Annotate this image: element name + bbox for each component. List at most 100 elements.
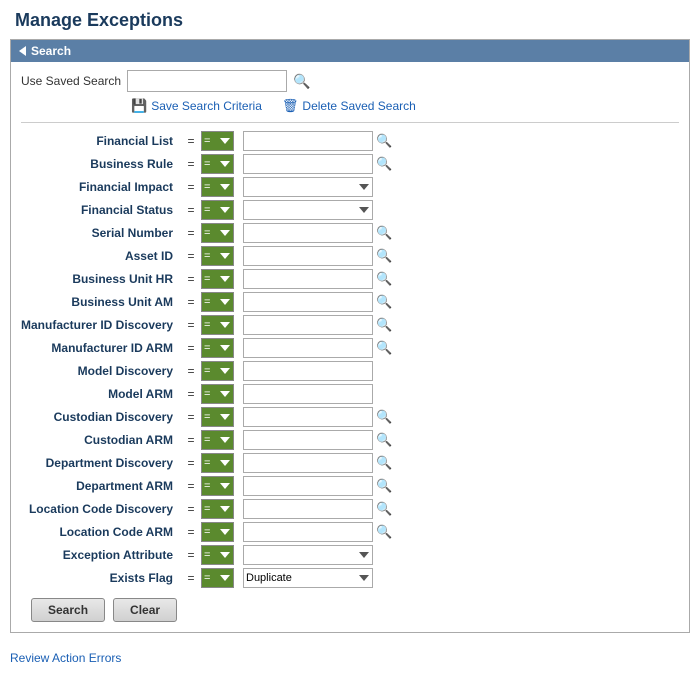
delete-saved-search-link[interactable]: 🗑 Delete Saved Search — [282, 98, 416, 114]
operator-select[interactable]: =!=<><=>= — [201, 131, 234, 151]
field-value-dropdown[interactable] — [243, 200, 373, 220]
field-label-department-arm: Department ARM — [21, 479, 181, 493]
field-value-input[interactable] — [243, 131, 373, 151]
field-search-icon[interactable]: 🔍 — [376, 524, 392, 540]
field-row: Location Code Discovery==!=<><=>=🔍 — [21, 499, 679, 519]
operator-select[interactable]: =!=<><=>= — [201, 338, 234, 358]
operator-select[interactable]: =!=<><=>= — [201, 407, 234, 427]
field-value-dropdown[interactable]: Duplicate — [243, 568, 373, 588]
review-action-errors-link[interactable]: Review Action Errors — [0, 643, 700, 673]
equals-sign: = — [181, 180, 201, 194]
operator-select[interactable]: =!=<><=>= — [201, 384, 234, 404]
operator-select[interactable]: =!=<><=>= — [201, 315, 234, 335]
operator-select[interactable]: =!=<><=>= — [201, 499, 234, 519]
field-value-input[interactable] — [243, 499, 373, 519]
saved-search-input[interactable] — [127, 70, 287, 92]
field-value-input[interactable] — [243, 430, 373, 450]
equals-sign: = — [181, 433, 201, 447]
field-value-dropdown[interactable] — [243, 177, 373, 197]
save-search-criteria-label: Save Search Criteria — [151, 99, 262, 113]
field-value-input[interactable] — [243, 476, 373, 496]
operator-select[interactable]: =!=<><=>= — [201, 430, 234, 450]
equals-sign: = — [181, 318, 201, 332]
field-search-icon[interactable]: 🔍 — [376, 294, 392, 310]
saved-search-magnifier-icon[interactable]: 🔍 — [293, 73, 310, 90]
equals-sign: = — [181, 203, 201, 217]
field-label-manufacturer-id-arm: Manufacturer ID ARM — [21, 341, 181, 355]
field-row: Exception Attribute==!=<><=>= — [21, 545, 679, 565]
field-value-input[interactable] — [243, 522, 373, 542]
clear-button[interactable]: Clear — [113, 598, 177, 622]
field-value-input[interactable] — [243, 269, 373, 289]
operator-select[interactable]: =!=<><=>= — [201, 361, 234, 381]
equals-sign: = — [181, 249, 201, 263]
field-search-icon[interactable]: 🔍 — [376, 340, 392, 356]
field-label-model-discovery: Model Discovery — [21, 364, 181, 378]
operator-select[interactable]: =!=<><=>= — [201, 177, 234, 197]
field-value-input[interactable] — [243, 338, 373, 358]
equals-sign: = — [181, 548, 201, 562]
field-value-dropdown[interactable] — [243, 545, 373, 565]
field-row: Financial Status==!=<><=>= — [21, 200, 679, 220]
operator-select[interactable]: =!=<><=>= — [201, 223, 234, 243]
delete-icon: 🗑 — [282, 98, 299, 114]
operator-select[interactable]: =!=<><=>= — [201, 453, 234, 473]
field-row: Manufacturer ID Discovery==!=<><=>= 🔍 — [21, 315, 679, 335]
field-label-manufacturer-id-discovery: Manufacturer ID Discovery — [21, 318, 181, 332]
field-search-icon[interactable]: 🔍 — [376, 248, 392, 264]
field-search-icon[interactable]: 🔍 — [376, 271, 392, 287]
operator-select[interactable]: =!=<><=>= — [201, 522, 234, 542]
operator-select[interactable]: =!=<><=>= — [201, 292, 234, 312]
field-value-input[interactable] — [243, 453, 373, 473]
field-value-input[interactable] — [243, 246, 373, 266]
equals-sign: = — [181, 479, 201, 493]
equals-sign: = — [181, 525, 201, 539]
field-row: Business Unit AM==!=<><=>=🔍 — [21, 292, 679, 312]
field-label-business-rule: Business Rule — [21, 157, 181, 171]
operator-select[interactable]: =!=<><=>= — [201, 246, 234, 266]
field-value-input[interactable] — [243, 315, 373, 335]
equals-sign: = — [181, 571, 201, 585]
field-label-location-code-arm: Location Code ARM — [21, 525, 181, 539]
equals-sign: = — [181, 410, 201, 424]
search-links-row: 💾 Save Search Criteria 🗑 Delete Saved Se… — [21, 98, 679, 114]
field-row: Custodian ARM==!=<><=>= 🔍 — [21, 430, 679, 450]
equals-sign: = — [181, 387, 201, 401]
field-value-input[interactable] — [243, 223, 373, 243]
operator-select[interactable]: =!=<><=>= — [201, 200, 234, 220]
field-search-icon[interactable]: 🔍 — [376, 501, 392, 517]
search-button[interactable]: Search — [31, 598, 105, 622]
operator-select[interactable]: =!=<><=>= — [201, 154, 234, 174]
field-value-input[interactable] — [243, 384, 373, 404]
search-panel-header: Search — [11, 40, 689, 62]
equals-sign: = — [181, 134, 201, 148]
equals-sign: = — [181, 364, 201, 378]
field-row: Serial Number==!=<><=>=🔍 — [21, 223, 679, 243]
field-label-custodian-arm: Custodian ARM — [21, 433, 181, 447]
field-search-icon[interactable]: 🔍 — [376, 317, 392, 333]
field-search-icon[interactable]: 🔍 — [376, 409, 392, 425]
saved-search-row: Use Saved Search 🔍 — [21, 70, 679, 92]
operator-select[interactable]: =!=<><=>= — [201, 568, 234, 588]
field-value-input[interactable] — [243, 407, 373, 427]
equals-sign: = — [181, 341, 201, 355]
field-row: Manufacturer ID ARM==!=<><=>= 🔍 — [21, 338, 679, 358]
field-search-icon[interactable]: 🔍 — [376, 133, 392, 149]
field-search-icon[interactable]: 🔍 — [376, 225, 392, 241]
field-search-icon[interactable]: 🔍 — [376, 478, 392, 494]
field-value-input[interactable] — [243, 361, 373, 381]
field-search-icon[interactable]: 🔍 — [376, 432, 392, 448]
delete-saved-search-label: Delete Saved Search — [302, 99, 415, 113]
save-search-criteria-link[interactable]: 💾 Save Search Criteria — [131, 98, 262, 114]
field-search-icon[interactable]: 🔍 — [376, 156, 392, 172]
field-row: Exists Flag==!=<><=>=Duplicate — [21, 568, 679, 588]
operator-select[interactable]: =!=<><=>= — [201, 545, 234, 565]
operator-select[interactable]: =!=<><=>= — [201, 269, 234, 289]
saved-search-label: Use Saved Search — [21, 74, 121, 88]
field-value-input[interactable] — [243, 292, 373, 312]
operator-select[interactable]: =!=<><=>= — [201, 476, 234, 496]
equals-sign: = — [181, 272, 201, 286]
field-value-input[interactable] — [243, 154, 373, 174]
buttons-row: Search Clear — [21, 598, 679, 622]
field-search-icon[interactable]: 🔍 — [376, 455, 392, 471]
